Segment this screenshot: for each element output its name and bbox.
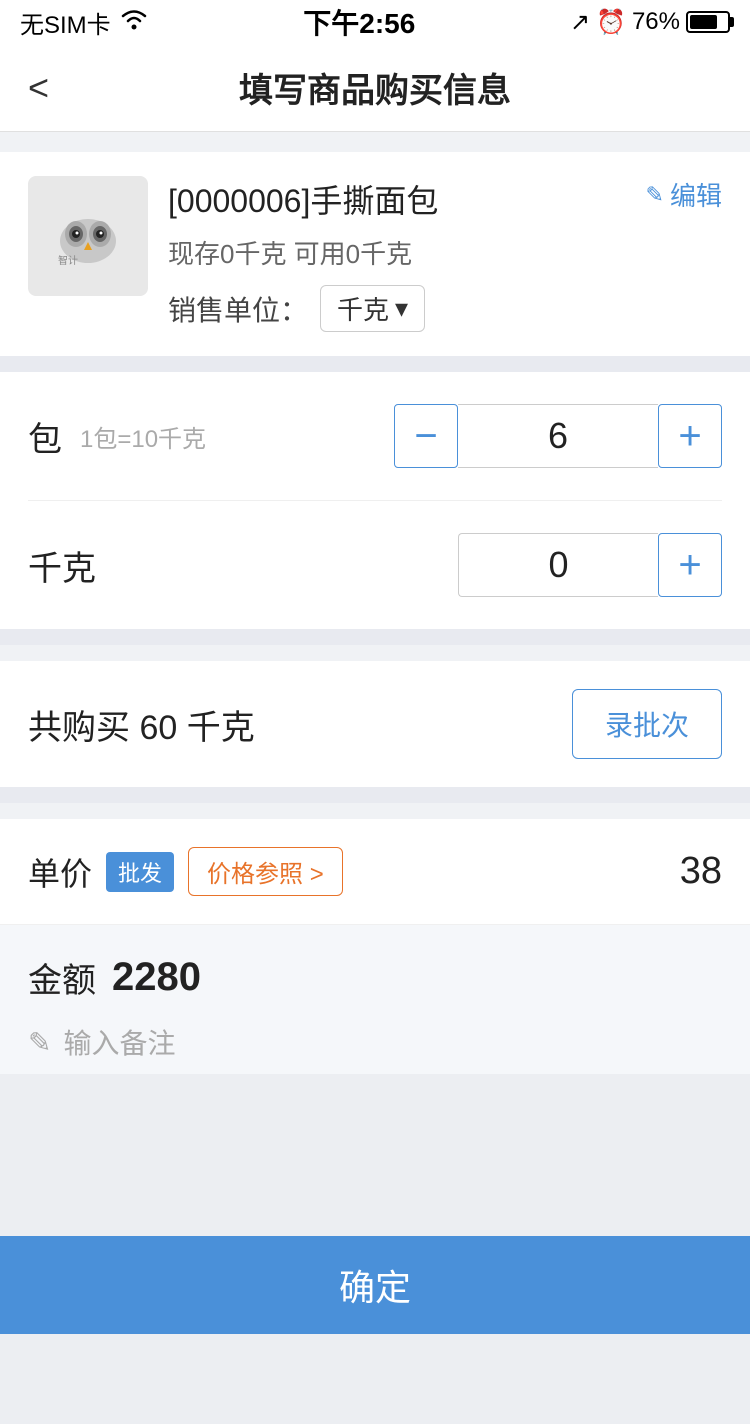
kg-label: 千克	[28, 541, 96, 590]
status-right: ↗ ⏰ 76%	[570, 8, 730, 37]
battery-percent: 76%	[632, 8, 680, 36]
amount-row: 金额 2280	[28, 953, 722, 1002]
kg-input-row: 千克 +	[28, 501, 722, 629]
pack-minus-button[interactable]: −	[394, 404, 458, 468]
remark-icon: ✎	[28, 1026, 51, 1059]
price-label: 单价	[28, 849, 92, 895]
dropdown-icon: ▾	[395, 293, 408, 324]
kg-qty-input[interactable]	[458, 533, 658, 597]
status-bar: 无SIM卡 下午2:56 ↗ ⏰ 76%	[0, 0, 750, 44]
remark-row[interactable]: ✎ 输入备注	[28, 1022, 722, 1062]
kg-label-text: 千克	[28, 541, 96, 590]
kg-qty-control: +	[458, 533, 722, 597]
edit-icon: ✎	[646, 182, 664, 208]
status-left: 无SIM卡	[20, 5, 149, 40]
divider-3	[0, 787, 750, 803]
status-time: 下午2:56	[303, 2, 415, 42]
confirm-button[interactable]: 确定	[0, 1236, 750, 1334]
product-card: 智计 [0000006]手撕面包 现存0千克 可用0千克 销售单位： 千克 ▾ …	[0, 152, 750, 356]
price-row: 单价 批发 价格参照 > 38	[28, 847, 722, 896]
price-section: 单价 批发 价格参照 > 38	[0, 819, 750, 925]
product-stock: 现存0千克 可用0千克	[168, 234, 722, 271]
location-icon: ↗	[570, 8, 590, 37]
amount-label: 金额	[28, 953, 96, 1002]
divider-2	[0, 629, 750, 645]
pack-label-text: 包	[28, 412, 62, 461]
batch-button[interactable]: 录批次	[572, 689, 722, 759]
pack-plus-button[interactable]: +	[658, 404, 722, 468]
confirm-label: 确定	[339, 1259, 411, 1311]
divider-1	[0, 356, 750, 372]
unit-select[interactable]: 千克 ▾	[320, 285, 425, 332]
unit-label: 销售单位：	[168, 289, 308, 329]
carrier-label: 无SIM卡	[20, 5, 111, 40]
page-title: 填写商品购买信息	[239, 63, 511, 112]
summary-section: 共购买 60 千克 录批次	[0, 661, 750, 787]
wifi-icon	[119, 8, 149, 37]
nav-bar: < 填写商品购买信息	[0, 44, 750, 132]
price-value: 38	[680, 850, 722, 893]
price-ref-button[interactable]: 价格参照 >	[188, 847, 343, 896]
price-left: 单价 批发 价格参照 >	[28, 847, 343, 896]
battery-icon	[686, 11, 730, 33]
kg-plus-button[interactable]: +	[658, 533, 722, 597]
unit-value: 千克	[337, 290, 389, 327]
amount-section: 金额 2280 ✎ 输入备注	[0, 925, 750, 1074]
product-info: [0000006]手撕面包 现存0千克 可用0千克 销售单位： 千克 ▾	[168, 176, 722, 332]
pack-qty-input[interactable]	[458, 404, 658, 468]
product-unit-row: 销售单位： 千克 ▾	[168, 285, 722, 332]
pack-hint: 1包=10千克	[80, 419, 206, 454]
edit-label: 编辑	[670, 176, 722, 213]
pack-qty-control: − +	[394, 404, 722, 468]
svg-text:智计: 智计	[58, 254, 78, 266]
quantity-section: 包 1包=10千克 − + 千克 +	[0, 372, 750, 629]
pack-label: 包 1包=10千克	[28, 412, 206, 461]
product-name: [0000006]手撕面包	[168, 176, 722, 222]
pack-input-row: 包 1包=10千克 − +	[28, 372, 722, 501]
price-type-badge: 批发	[106, 852, 174, 892]
remark-placeholder[interactable]: 输入备注	[63, 1022, 175, 1062]
back-button[interactable]: <	[28, 67, 49, 109]
edit-button[interactable]: ✎ 编辑	[646, 176, 722, 213]
amount-value: 2280	[112, 955, 201, 1000]
product-image: 智计	[28, 176, 148, 296]
summary-text: 共购买 60 千克	[28, 700, 255, 749]
alarm-icon: ⏰	[596, 8, 626, 37]
